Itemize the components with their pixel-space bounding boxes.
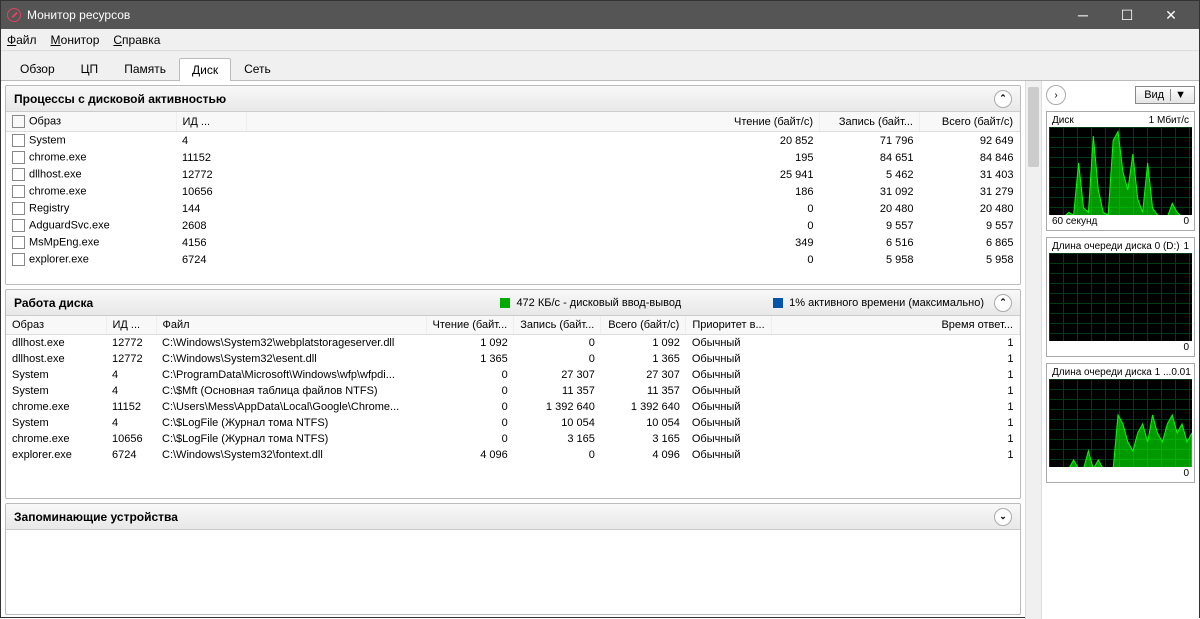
- menubar: Файл Монитор Справка: [1, 29, 1199, 51]
- table-row[interactable]: dllhost.exe12772C:\Windows\System32\esen…: [6, 351, 1020, 367]
- titlebar: Монитор ресурсов ─ ☐ ✕: [1, 1, 1199, 29]
- processes-table[interactable]: Образ ИД ... Чтение (байт/с) Запись (бай…: [6, 112, 1020, 268]
- tab-cpu[interactable]: ЦП: [68, 57, 112, 80]
- col-total[interactable]: Всего (байт/с): [601, 316, 686, 335]
- table-row[interactable]: dllhost.exe1277225 9415 46231 403: [6, 166, 1020, 183]
- collapse-icon[interactable]: ⌃: [994, 294, 1012, 312]
- col-pid[interactable]: ИД ...: [106, 316, 156, 335]
- table-row[interactable]: explorer.exe6724C:\Windows\System32\font…: [6, 447, 1020, 463]
- app-icon: [7, 8, 21, 22]
- graph-title: Длина очереди диска 1 ...: [1052, 367, 1171, 378]
- graph-foot-right: 0: [1183, 468, 1189, 479]
- chevron-down-icon: ▼: [1170, 89, 1186, 101]
- panel-processes-title: Процессы с дисковой активностью: [14, 92, 226, 106]
- vertical-scrollbar[interactable]: [1025, 81, 1041, 619]
- graph-foot-left: 60 секунд: [1052, 216, 1097, 227]
- col-pid[interactable]: ИД ...: [176, 112, 246, 132]
- table-row[interactable]: chrome.exe10656C:\$LogFile (Журнал тома …: [6, 431, 1020, 447]
- col-prio[interactable]: Приоритет в...: [686, 316, 771, 335]
- panel-disk-activity: Работа диска 472 КБ/с - дисковый ввод-вы…: [5, 289, 1021, 499]
- view-dropdown[interactable]: Вид ▼: [1135, 86, 1195, 104]
- col-write[interactable]: Запись (байт...: [514, 316, 601, 335]
- graph-title: Диск: [1052, 115, 1074, 126]
- table-row[interactable]: System4C:\ProgramData\Microsoft\Windows\…: [6, 367, 1020, 383]
- col-total[interactable]: Всего (байт/с): [920, 112, 1020, 132]
- table-row[interactable]: explorer.exe672405 9585 958: [6, 251, 1020, 268]
- close-button[interactable]: ✕: [1149, 1, 1193, 29]
- expand-icon[interactable]: ⌄: [994, 508, 1012, 526]
- table-row[interactable]: Registry144020 48020 480: [6, 200, 1020, 217]
- table-row[interactable]: chrome.exe1115219584 65184 846: [6, 149, 1020, 166]
- sidebar: › Вид ▼ Диск 1 Мбит/с 60 секунд 0 Длина оч…: [1041, 81, 1199, 619]
- tab-disk[interactable]: Диск: [179, 58, 231, 81]
- table-row[interactable]: System4C:\$LogFile (Журнал тома NTFS)010…: [6, 415, 1020, 431]
- graph-max: 1 Мбит/с: [1149, 115, 1189, 126]
- chevron-right-icon[interactable]: ›: [1046, 85, 1066, 105]
- main-pane: Процессы с дисковой активностью ⌃ Образ …: [1, 81, 1025, 619]
- table-row[interactable]: dllhost.exe12772C:\Windows\System32\webp…: [6, 335, 1020, 352]
- col-image[interactable]: Образ: [6, 316, 106, 335]
- panel-storage: Запоминающие устройства ⌄: [5, 503, 1021, 615]
- table-row[interactable]: chrome.exe11152C:\Users\Mess\AppData\Loc…: [6, 399, 1020, 415]
- panel-disk-title: Работа диска: [14, 296, 93, 310]
- col-image[interactable]: Образ: [6, 112, 176, 132]
- window-title: Монитор ресурсов: [27, 8, 1061, 22]
- tab-memory[interactable]: Память: [111, 57, 179, 80]
- col-resp[interactable]: Время ответ...: [771, 316, 1019, 335]
- active-color-icon: [773, 298, 783, 308]
- table-row[interactable]: chrome.exe1065618631 09231 279: [6, 183, 1020, 200]
- minimize-button[interactable]: ─: [1061, 1, 1105, 29]
- graph-foot-right: 0: [1183, 342, 1189, 353]
- table-row[interactable]: MsMpEng.exe41563496 5166 865: [6, 234, 1020, 251]
- tabbar: Обзор ЦП Память Диск Сеть: [1, 51, 1199, 81]
- maximize-button[interactable]: ☐: [1105, 1, 1149, 29]
- menu-help[interactable]: Справка: [113, 33, 160, 47]
- graph-max: 0.01: [1171, 367, 1190, 378]
- disk-table[interactable]: Образ ИД ... Файл Чтение (байт... Запись…: [6, 316, 1020, 463]
- io-color-icon: [500, 298, 510, 308]
- disk-io-rate: 472 КБ/с - дисковый ввод-вывод: [516, 297, 681, 309]
- graph-0: Диск 1 Мбит/с 60 секунд 0: [1046, 111, 1195, 231]
- panel-processes: Процессы с дисковой активностью ⌃ Образ …: [5, 85, 1021, 285]
- menu-monitor[interactable]: Монитор: [51, 33, 100, 47]
- table-row[interactable]: AdguardSvc.exe260809 5579 557: [6, 217, 1020, 234]
- view-label: Вид: [1144, 89, 1164, 101]
- graph-max: 1: [1183, 241, 1189, 252]
- table-row[interactable]: System420 85271 79692 649: [6, 132, 1020, 150]
- col-read[interactable]: Чтение (байт...: [426, 316, 514, 335]
- table-row[interactable]: System4C:\$Mft (Основная таблица файлов …: [6, 383, 1020, 399]
- col-write[interactable]: Запись (байт...: [820, 112, 920, 132]
- graph-1: Длина очереди диска 0 (D:)1 0: [1046, 237, 1195, 357]
- col-file[interactable]: Файл: [156, 316, 426, 335]
- graph-2: Длина очереди диска 1 ...0.01 0: [1046, 363, 1195, 483]
- col-read[interactable]: Чтение (байт/с): [246, 112, 820, 132]
- graph-foot-right: 0: [1183, 216, 1189, 227]
- disk-active-time: 1% активного времени (максимально): [789, 297, 984, 309]
- tab-network[interactable]: Сеть: [231, 57, 284, 80]
- tab-overview[interactable]: Обзор: [7, 57, 68, 80]
- graph-title: Длина очереди диска 0 (D:): [1052, 241, 1180, 252]
- collapse-icon[interactable]: ⌃: [994, 90, 1012, 108]
- panel-storage-title: Запоминающие устройства: [14, 510, 178, 524]
- menu-file[interactable]: Файл: [7, 33, 37, 47]
